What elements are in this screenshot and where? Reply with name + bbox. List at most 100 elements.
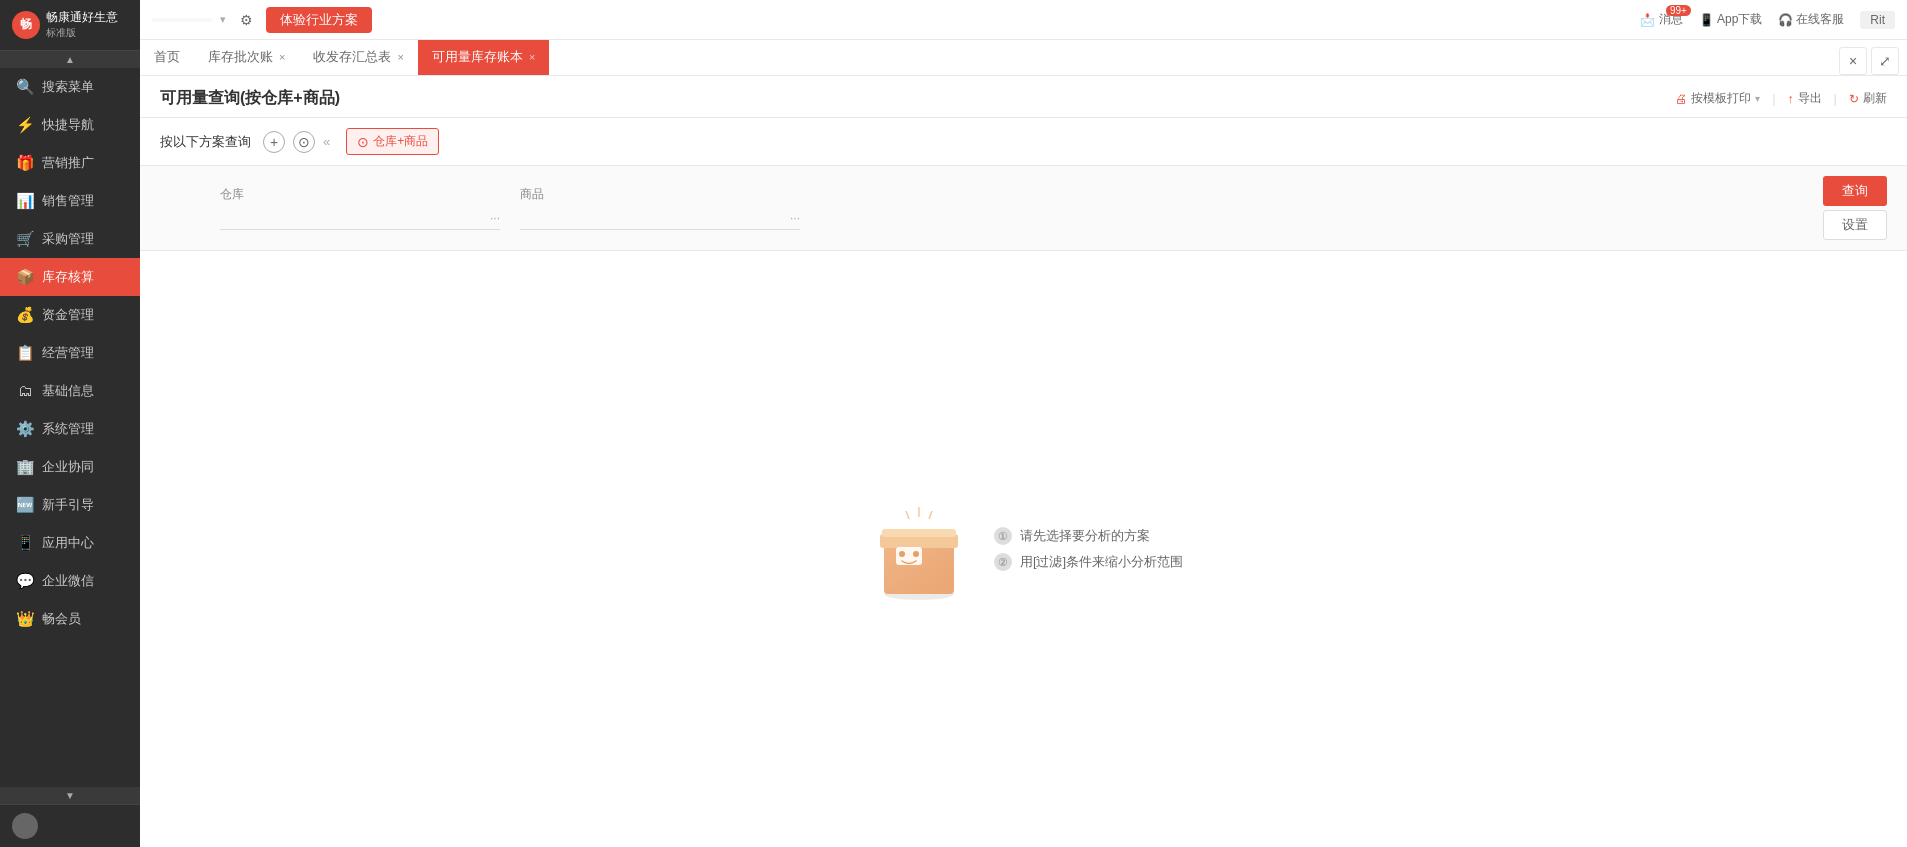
empty-hint-1: ① 请先选择要分析的方案 <box>994 527 1183 545</box>
sidebar-item-finance[interactable]: 💰 资金管理 <box>0 296 140 334</box>
filter-settings-button[interactable]: ⊙ <box>293 131 315 153</box>
sidebar-user-bottom[interactable] <box>0 804 140 847</box>
sidebar-item-label: 应用中心 <box>42 534 94 552</box>
sidebar-item-operation[interactable]: 📋 经营管理 <box>0 334 140 372</box>
sidebar-item-search[interactable]: 🔍 搜索菜单 <box>0 68 140 106</box>
tab-close-all-button[interactable]: × <box>1839 47 1867 75</box>
tab-summary-close[interactable]: × <box>397 51 403 63</box>
product-more-button[interactable]: ··· <box>790 211 800 225</box>
export-button[interactable]: ↑ 导出 <box>1788 90 1822 107</box>
sidebar-item-wechat[interactable]: 💬 企业微信 <box>0 562 140 600</box>
filter-settings-detail-button[interactable]: 设置 <box>1823 210 1887 240</box>
main-content: ▾ ⚙ 体验行业方案 📩 消息 99+ 📱 App下载 🎧 在线客服 Rit <box>140 0 1907 847</box>
hint-num-2: ② <box>994 553 1012 571</box>
sidebar-scroll-up[interactable]: ▲ <box>0 51 140 68</box>
headset-icon: 🎧 <box>1778 13 1793 27</box>
sidebar-item-system[interactable]: ⚙️ 系统管理 <box>0 410 140 448</box>
print-label: 按模板打印 <box>1691 90 1751 107</box>
industry-solution-button[interactable]: 体验行业方案 <box>266 7 372 33</box>
svg-point-7 <box>913 551 919 557</box>
message-button[interactable]: 📩 消息 99+ <box>1640 11 1683 28</box>
tab-summary[interactable]: 收发存汇总表 × <box>299 40 417 75</box>
system-icon: ⚙️ <box>16 420 34 438</box>
warehouse-input[interactable] <box>220 206 490 229</box>
page-title: 可用量查询(按仓库+商品) <box>160 88 340 109</box>
hint-text-2: 用[过滤]条件来缩小分析范围 <box>1020 553 1183 571</box>
filter-collapse-button[interactable]: « <box>323 134 330 149</box>
tab-summary-label: 收发存汇总表 <box>313 48 391 66</box>
svg-rect-4 <box>882 529 956 537</box>
sidebar-item-marketing[interactable]: 🎁 营销推广 <box>0 144 140 182</box>
print-chevron-icon[interactable]: ▾ <box>1755 93 1760 104</box>
tab-batch-label: 库存批次账 <box>208 48 273 66</box>
breadcrumb <box>152 18 212 22</box>
filter-add-button[interactable]: + <box>263 131 285 153</box>
tab-batch[interactable]: 库存批次账 × <box>194 40 299 75</box>
sidebar-scroll-down[interactable]: ▼ <box>0 787 140 804</box>
user-account[interactable]: Rit <box>1860 11 1895 29</box>
page-header: 可用量查询(按仓库+商品) 🖨 按模板打印 ▾ | ↑ 导出 | ↻ 刷新 <box>140 76 1907 118</box>
tab-available[interactable]: 可用量库存账本 × <box>418 40 549 75</box>
sidebar-item-label: 销售管理 <box>42 192 94 210</box>
sidebar-item-purchase[interactable]: 🛒 采购管理 <box>0 220 140 258</box>
basicinfo-icon: 🗂 <box>16 382 34 399</box>
svg-line-9 <box>929 511 932 519</box>
refresh-icon: ↻ <box>1849 92 1859 106</box>
refresh-label: 刷新 <box>1863 90 1887 107</box>
phone-icon: 📱 <box>1699 13 1714 27</box>
chevron-down-icon[interactable]: ▾ <box>220 13 226 26</box>
filter-field-warehouse: 仓库 ··· <box>220 186 500 230</box>
filter-scheme-label: 按以下方案查询 <box>160 133 251 151</box>
bell-icon: 📩 <box>1640 13 1655 27</box>
empty-box-illustration <box>864 499 974 609</box>
tab-available-close[interactable]: × <box>529 51 535 63</box>
tabbar-actions: × ⤢ <box>1839 47 1907 75</box>
operation-icon: 📋 <box>16 344 34 362</box>
search-icon: 🔍 <box>16 78 34 96</box>
sidebar-item-label: 资金管理 <box>42 306 94 324</box>
finance-icon: 💰 <box>16 306 34 324</box>
divider: | <box>1772 91 1775 106</box>
sidebar-item-guide[interactable]: 🆕 新手引导 <box>0 486 140 524</box>
sidebar-item-sales[interactable]: 📊 销售管理 <box>0 182 140 220</box>
sidebar-app-title: 畅康通好生意 <box>46 10 118 26</box>
scheme-item-label: 仓库+商品 <box>373 133 428 150</box>
scheme-icon: ⊙ <box>357 134 369 150</box>
page-header-actions: 🖨 按模板打印 ▾ | ↑ 导出 | ↻ 刷新 <box>1675 90 1887 107</box>
tab-batch-close[interactable]: × <box>279 51 285 63</box>
sidebar-item-appcenter[interactable]: 📱 应用中心 <box>0 524 140 562</box>
product-input[interactable] <box>520 206 790 229</box>
print-button[interactable]: 🖨 按模板打印 ▾ <box>1675 90 1760 107</box>
tab-home[interactable]: 首页 <box>140 40 194 75</box>
tab-expand-button[interactable]: ⤢ <box>1871 47 1899 75</box>
tab-home-label: 首页 <box>154 48 180 66</box>
chart-icon: 📊 <box>16 192 34 210</box>
sidebar-item-label: 经营管理 <box>42 344 94 362</box>
sidebar-item-label: 企业微信 <box>42 572 94 590</box>
filter-fields: 仓库 ··· 商品 ··· 查询 设置 <box>140 166 1907 251</box>
sidebar-item-inventory[interactable]: 📦 库存核算 <box>0 258 140 296</box>
gift-icon: 🎁 <box>16 154 34 172</box>
sidebar: 畅 畅康通好生意 标准版 ▲ 🔍 搜索菜单 ⚡ 快捷导航 🎁 营销推广 📊 销售… <box>0 0 140 847</box>
sidebar-item-label: 营销推广 <box>42 154 94 172</box>
sidebar-item-member[interactable]: 👑 畅会员 <box>0 600 140 638</box>
user-avatar <box>12 813 38 839</box>
filter-actions: 查询 设置 <box>1823 176 1887 240</box>
sidebar-item-basicinfo[interactable]: 🗂 基础信息 <box>0 372 140 410</box>
online-service-button[interactable]: 🎧 在线客服 <box>1778 11 1844 28</box>
sidebar-item-quicknav[interactable]: ⚡ 快捷导航 <box>0 106 140 144</box>
filter-scheme-warehouse-product[interactable]: ⊙ 仓库+商品 <box>346 128 439 155</box>
sidebar-header: 畅 畅康通好生意 标准版 <box>0 0 140 51</box>
gear-icon[interactable]: ⚙ <box>234 8 258 32</box>
export-label: 导出 <box>1798 90 1822 107</box>
app-label: App下载 <box>1717 11 1762 28</box>
query-button[interactable]: 查询 <box>1823 176 1887 206</box>
breadcrumb-item <box>152 18 212 22</box>
app-download-button[interactable]: 📱 App下载 <box>1699 11 1762 28</box>
warehouse-more-button[interactable]: ··· <box>490 211 500 225</box>
refresh-button[interactable]: ↻ 刷新 <box>1849 90 1887 107</box>
sidebar-item-enterprise[interactable]: 🏢 企业协同 <box>0 448 140 486</box>
sidebar-logo: 畅 <box>12 11 40 39</box>
quicknav-icon: ⚡ <box>16 116 34 134</box>
sidebar-item-label: 搜索菜单 <box>42 78 94 96</box>
